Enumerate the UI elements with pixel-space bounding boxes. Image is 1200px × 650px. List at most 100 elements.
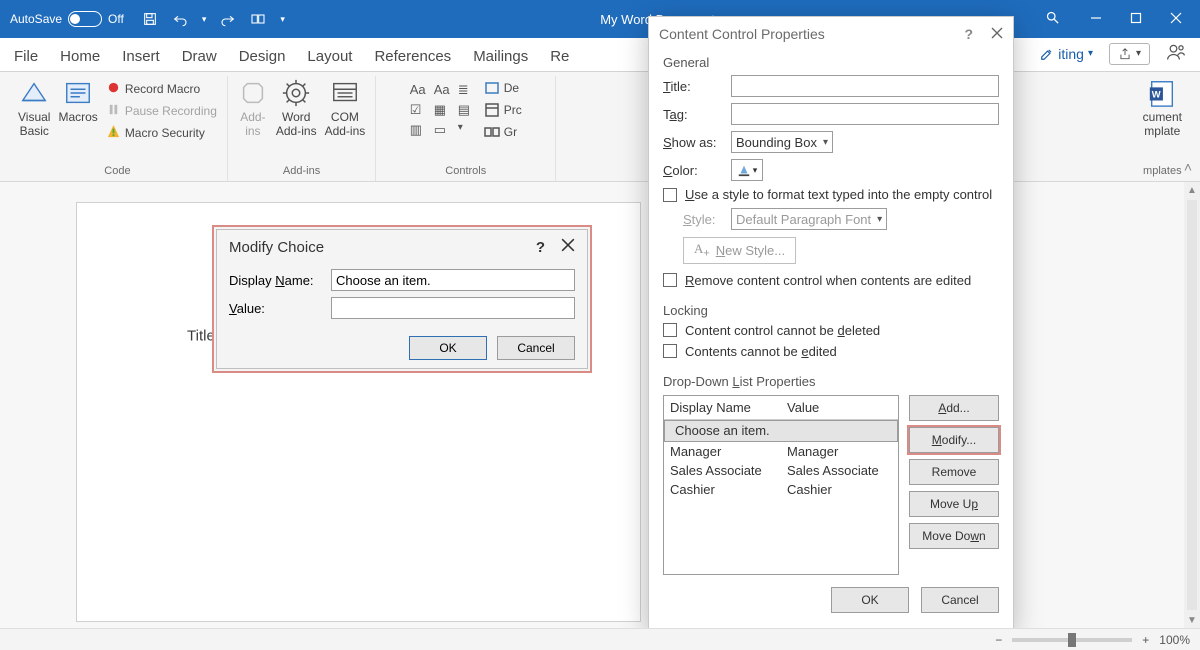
group-addins-label: Add-ins (283, 165, 320, 179)
properties-button[interactable]: Prc (484, 100, 522, 120)
macro-security-button[interactable]: Macro Security (106, 122, 217, 144)
quick-access-toolbar: ▾ ▾ (134, 11, 293, 27)
remove-button[interactable]: Remove (909, 459, 999, 485)
col-value: Value (781, 396, 898, 419)
group-controls-label: Controls (445, 165, 486, 179)
section-general: General (649, 51, 1013, 72)
use-style-checkbox[interactable]: Use a style to format text typed into th… (649, 184, 1013, 205)
save-icon[interactable] (142, 11, 158, 27)
lock-delete-checkbox[interactable]: Content control cannot be deleted (649, 320, 1013, 341)
cancel-button[interactable]: Cancel (921, 587, 999, 613)
window-controls (1072, 12, 1200, 27)
design-mode-button[interactable]: De (484, 78, 522, 98)
close-icon[interactable] (561, 238, 575, 256)
tag-input[interactable] (731, 103, 999, 125)
showas-select[interactable]: Bounding Box▾ (731, 131, 833, 153)
qat-extra-icon[interactable] (250, 11, 266, 27)
autosave-state: Off (108, 12, 124, 26)
tab-home[interactable]: Home (60, 42, 100, 71)
svg-text:W: W (1152, 90, 1161, 100)
add-button[interactable]: Add... (909, 395, 999, 421)
tab-design[interactable]: Design (239, 42, 286, 71)
maximize-icon[interactable] (1130, 12, 1142, 27)
com-addins-button[interactable]: COM Add-ins (325, 78, 366, 138)
modify-choice-title: Modify Choice (229, 239, 324, 256)
status-bar: − + 100% (0, 628, 1200, 650)
move-down-button[interactable]: Move Down (909, 523, 999, 549)
lock-edit-checkbox[interactable]: Contents cannot be edited (649, 341, 1013, 362)
help-icon[interactable]: ? (520, 239, 561, 256)
group-controls: AaAa≣ ☑▦▤ ▥▭▾ De Prc Gr Controls (376, 76, 556, 181)
group-templates-label: mplates (1143, 165, 1182, 179)
zoom-in-icon[interactable]: + (1142, 633, 1149, 647)
tab-mailings[interactable]: Mailings (473, 42, 528, 71)
modify-choice-dialog: Modify Choice ? Display Name: Value: OK … (212, 225, 592, 373)
help-icon[interactable]: ? (946, 26, 991, 42)
tag-label: Tag: (663, 107, 721, 122)
editing-dropdown[interactable]: iting▾ (1040, 46, 1093, 62)
move-up-button[interactable]: Move Up (909, 491, 999, 517)
modify-button[interactable]: Modify... (909, 427, 999, 453)
word-addins-button[interactable]: Word Add-ins (276, 78, 317, 138)
cancel-button[interactable]: Cancel (497, 336, 575, 360)
share-button[interactable]: ▾ (1109, 43, 1150, 65)
display-name-input[interactable] (331, 269, 575, 291)
group-button[interactable]: Gr (484, 122, 522, 142)
style-select: Default Paragraph Font▾ (731, 208, 887, 230)
ok-button[interactable]: OK (831, 587, 909, 613)
visual-basic-button[interactable]: Visual Basic (18, 78, 50, 138)
list-item[interactable]: ManagerManager (664, 442, 898, 461)
scroll-down-icon[interactable]: ▼ (1184, 612, 1200, 628)
title-bar: AutoSave Off ▾ ▾ My Word Document... (0, 0, 1200, 38)
zoom-out-icon[interactable]: − (995, 633, 1002, 647)
record-macro-button[interactable]: Record Macro (106, 78, 217, 100)
document-template-button[interactable]: W cument mplate (1143, 78, 1182, 138)
close-icon[interactable] (991, 26, 1003, 42)
dropdown-list[interactable]: Display NameValue Choose an item. Manage… (663, 395, 899, 575)
section-locking: Locking (649, 299, 1013, 320)
tab-review[interactable]: Re (550, 42, 569, 71)
redo-icon[interactable] (220, 11, 236, 27)
account-icon[interactable] (1166, 42, 1186, 65)
group-addins: Add- ins Word Add-ins COM Add-ins Add-in… (228, 76, 376, 181)
undo-icon[interactable] (172, 11, 188, 27)
new-style-button: A+New Style... (683, 237, 796, 264)
tab-layout[interactable]: Layout (307, 42, 352, 71)
tab-draw[interactable]: Draw (182, 42, 217, 71)
group-code: Visual Basic Macros Record Macro Pause R… (8, 76, 228, 181)
controls-grid[interactable]: AaAa≣ ☑▦▤ ▥▭▾ (410, 82, 478, 138)
tab-references[interactable]: References (374, 42, 451, 71)
list-item[interactable]: Sales AssociateSales Associate (664, 461, 898, 480)
addins-button: Add- ins (238, 78, 268, 138)
ccprops-title: Content Control Properties (659, 26, 825, 42)
section-ddlist: Drop-Down List Properties (649, 370, 1013, 391)
close-icon[interactable] (1170, 12, 1182, 27)
vertical-scrollbar[interactable]: ▲ ▼ (1184, 182, 1200, 628)
remove-when-checkbox[interactable]: Remove content control when contents are… (649, 270, 1013, 291)
collapse-ribbon-icon[interactable]: ˄ (1184, 159, 1192, 175)
tab-file[interactable]: File (14, 42, 38, 71)
search-icon[interactable] (1033, 10, 1072, 28)
autosave-toggle[interactable]: AutoSave Off (0, 11, 134, 27)
list-item[interactable]: CashierCashier (664, 480, 898, 499)
content-control-properties-dialog: Content Control Properties ? General Tit… (648, 16, 1014, 630)
style-label: Style: (683, 212, 721, 227)
ok-button[interactable]: OK (409, 336, 487, 360)
display-name-label: Display Name: (229, 273, 325, 288)
autosave-label: AutoSave (10, 12, 62, 26)
title-input[interactable] (731, 75, 999, 97)
minimize-icon[interactable] (1090, 12, 1102, 27)
scroll-up-icon[interactable]: ▲ (1184, 182, 1200, 198)
document-area: Title or Position: Choose an item. ▾ (0, 182, 1200, 628)
group-code-label: Code (104, 165, 130, 179)
zoom-slider[interactable] (1012, 638, 1132, 642)
macros-button[interactable]: Macros (58, 78, 97, 124)
list-item[interactable]: Choose an item. (664, 420, 898, 442)
showas-label: Show as: (663, 135, 721, 150)
ribbon-tabs: File Home Insert Draw Design Layout Refe… (0, 38, 1200, 72)
value-input[interactable] (331, 297, 575, 319)
ribbon: Visual Basic Macros Record Macro Pause R… (0, 72, 1200, 182)
color-picker[interactable]: ▾ (731, 159, 763, 181)
zoom-value: 100% (1159, 633, 1190, 647)
tab-insert[interactable]: Insert (122, 42, 160, 71)
